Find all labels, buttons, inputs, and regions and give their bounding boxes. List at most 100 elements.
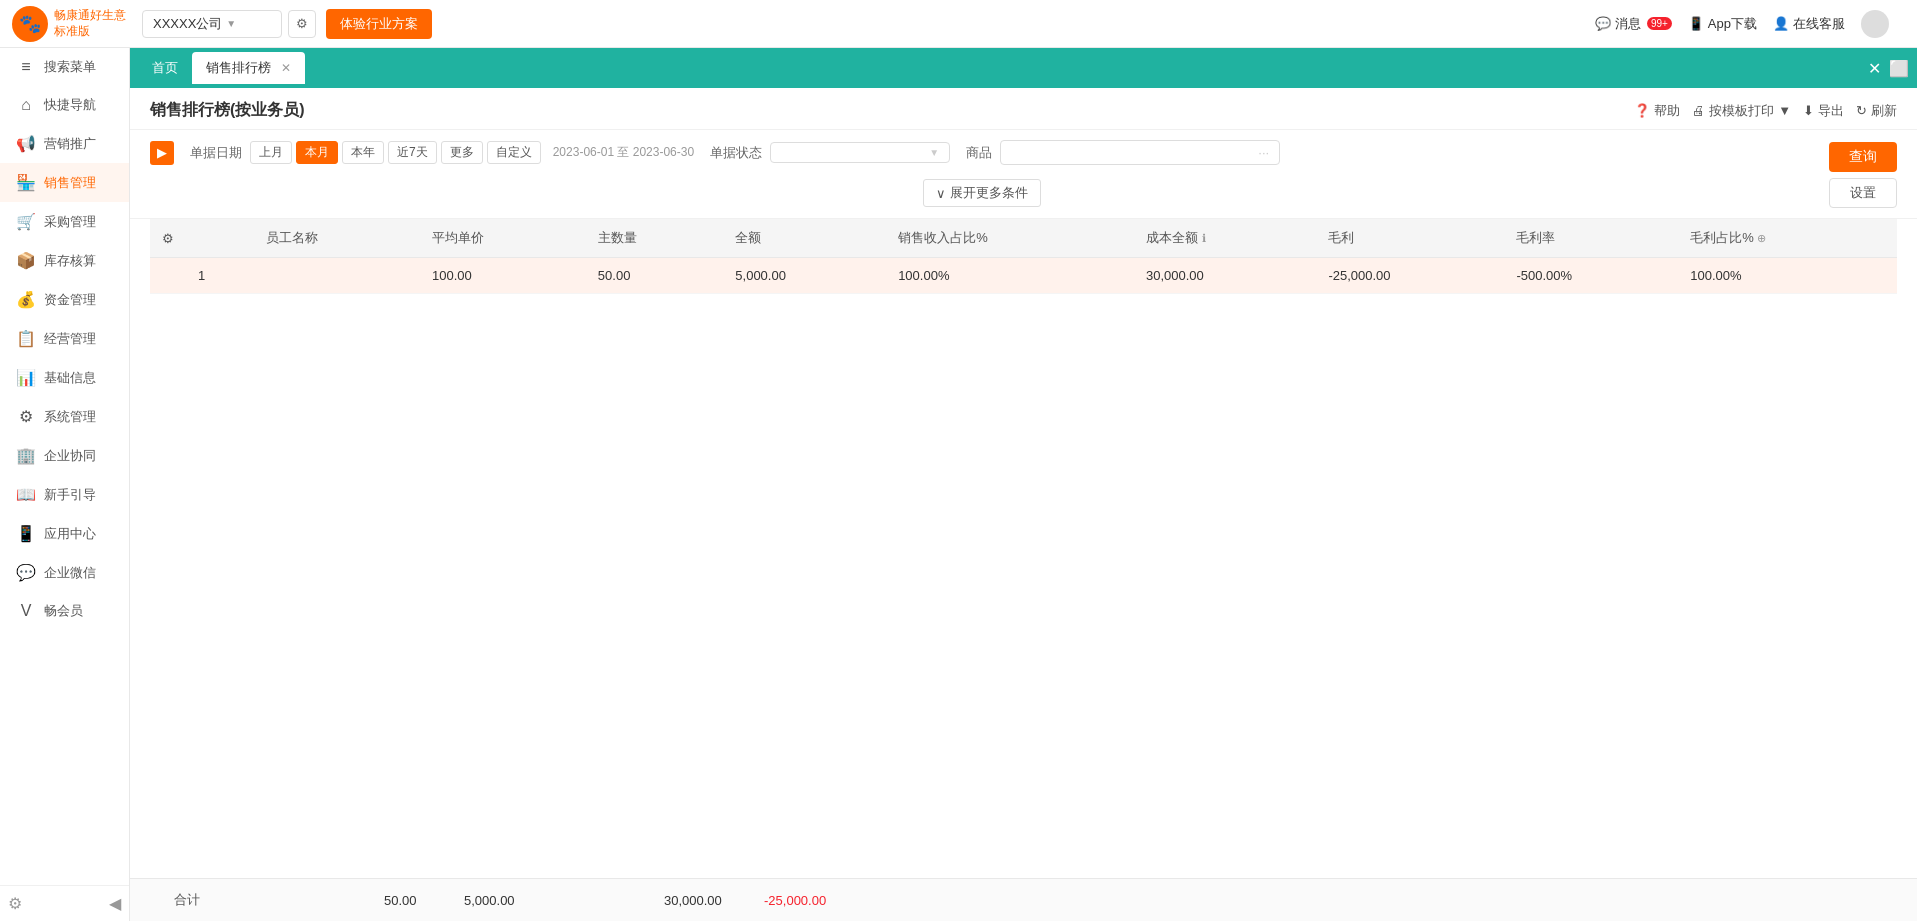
logo: 🐾 畅康通好生意 标准版	[12, 6, 126, 42]
expand-conditions-button[interactable]: ∨ 展开更多条件	[923, 179, 1041, 207]
page-header: 销售排行榜(按业务员) ❓ 帮助 🖨 按模板打印 ▼	[130, 88, 1917, 130]
help-button[interactable]: ❓ 帮助	[1634, 102, 1680, 120]
col-main-qty: 主数量	[586, 219, 723, 258]
sidebar-item-enterprise-wechat[interactable]: 💬 企业微信	[0, 553, 129, 592]
clipboard-icon: 📋	[16, 329, 36, 348]
sidebar-item-inventory[interactable]: 📦 库存核算	[0, 241, 129, 280]
tab-close-icon[interactable]: ✕	[281, 61, 291, 75]
sidebar-item-sales-mgmt[interactable]: 🏪 销售管理	[0, 163, 129, 202]
sidebar-item-system-mgmt[interactable]: ⚙ 系统管理	[0, 397, 129, 436]
home-icon: ⌂	[16, 96, 36, 114]
filter-row-1: ▶ 单据日期 上月 本月 本年 近7天	[150, 140, 1813, 165]
company-settings-button[interactable]: ⚙	[288, 10, 316, 38]
date-btn-7days[interactable]: 近7天	[388, 141, 437, 164]
col-profit-ratio: 毛利占比% ⊕	[1678, 219, 1897, 258]
sidebar-item-beginner-guide[interactable]: 📖 新手引导	[0, 475, 129, 514]
print-icon: 🖨	[1692, 103, 1705, 118]
shop-icon: 🏪	[16, 173, 36, 192]
table-header-row: ⚙ 员工名称 平均单价 主数量 全额 销售收入占比% 成本全额	[150, 219, 1897, 258]
sidebar-footer: ⚙ ◀	[0, 885, 129, 921]
search-icon: ≡	[16, 58, 36, 76]
wechat-icon: 💬	[16, 563, 36, 582]
col-cost-amount: 成本全额 ℹ	[1134, 219, 1316, 258]
sidebar-settings-button[interactable]: ⚙	[8, 894, 22, 913]
logo-icon: 🐾	[12, 6, 48, 42]
col-settings: ⚙	[150, 219, 186, 258]
online-service-button[interactable]: 👤 在线客服	[1773, 15, 1845, 33]
status-select[interactable]: ▼	[770, 142, 950, 163]
avatar[interactable]	[1861, 10, 1889, 38]
print-button[interactable]: 🖨 按模板打印 ▼	[1692, 102, 1791, 120]
col-gross-profit: 毛利	[1316, 219, 1504, 258]
refresh-icon: ↻	[1856, 103, 1867, 118]
box-icon: 📦	[16, 251, 36, 270]
export-icon: ⬇	[1803, 103, 1814, 118]
settings-button[interactable]: 设置	[1829, 178, 1897, 208]
tab-maximize-button[interactable]: ⬜	[1889, 59, 1909, 78]
date-btn-more[interactable]: 更多	[441, 141, 483, 164]
goods-filter: 商品 ···	[966, 140, 1280, 165]
sidebar-item-enterprise-collab[interactable]: 🏢 企业协同	[0, 436, 129, 475]
sidebar-item-member[interactable]: V 畅会员	[0, 592, 129, 630]
refresh-button[interactable]: ↻ 刷新	[1856, 102, 1897, 120]
message-button[interactable]: 💬 消息 99+	[1595, 15, 1672, 33]
chart-icon: 📊	[16, 368, 36, 387]
filter-area: ▶ 单据日期 上月 本月 本年 近7天	[130, 130, 1917, 219]
query-button[interactable]: 查询	[1829, 142, 1897, 172]
service-icon: 👤	[1773, 16, 1789, 31]
date-range-text: 2023-06-01 至 2023-06-30	[553, 144, 694, 161]
sidebar-item-search-order[interactable]: ≡ 搜索菜单	[0, 48, 129, 86]
date-btn-this-year[interactable]: 本年	[342, 141, 384, 164]
money-icon: 💰	[16, 290, 36, 309]
chevron-down-icon: ▼	[226, 18, 236, 29]
sidebar-item-app-center[interactable]: 📱 应用中心	[0, 514, 129, 553]
export-button[interactable]: ⬇ 导出	[1803, 102, 1844, 120]
sidebar-item-operations[interactable]: 📋 经营管理	[0, 319, 129, 358]
date-label: 单据日期	[190, 144, 242, 162]
building-icon: 🏢	[16, 446, 36, 465]
sidebar-collapse-button[interactable]: ◀	[109, 894, 121, 913]
sidebar-item-quick-nav[interactable]: ⌂ 快捷导航	[0, 86, 129, 124]
sidebar-item-basic-info[interactable]: 📊 基础信息	[0, 358, 129, 397]
profit-info-icon: ⊕	[1757, 232, 1766, 244]
cell-settings	[150, 258, 186, 294]
message-badge: 99+	[1647, 17, 1672, 30]
footer-sales-ratio	[552, 896, 652, 904]
cell-gross-margin: -500.00%	[1504, 258, 1678, 294]
message-icon: 💬	[1595, 16, 1611, 31]
date-btn-last-month[interactable]: 上月	[250, 141, 292, 164]
book-icon: 📖	[16, 485, 36, 504]
filter-expand-arrow[interactable]: ▶	[150, 141, 174, 165]
status-label: 单据状态	[710, 144, 762, 162]
app-download-button[interactable]: 📱 App下载	[1688, 15, 1757, 33]
table-area: ⚙ 员工名称 平均单价 主数量 全额 销售收入占比% 成本全额	[130, 219, 1917, 878]
cell-profit-ratio: 100.00%	[1678, 258, 1897, 294]
footer-gross-profit: -25,000.00	[752, 889, 852, 912]
app-icon: 📱	[1688, 16, 1704, 31]
logo-text: 畅康通好生意 标准版	[54, 8, 126, 39]
cell-rank: 1	[186, 258, 254, 294]
mobile-icon: 📱	[16, 524, 36, 543]
table-row: 1100.0050.005,000.00100.00%30,000.00-25,…	[150, 258, 1897, 294]
footer-label: 合计	[162, 887, 212, 913]
print-chevron-icon: ▼	[1778, 103, 1791, 118]
date-btn-custom[interactable]: 自定义	[487, 141, 541, 164]
cell-main-qty: 50.00	[586, 258, 723, 294]
vip-icon: V	[16, 602, 36, 620]
sidebar-item-purchase-mgmt[interactable]: 🛒 采购管理	[0, 202, 129, 241]
goods-input[interactable]: ···	[1000, 140, 1280, 165]
tab-home[interactable]: 首页	[138, 52, 192, 84]
tab-sales-ranking[interactable]: 销售排行榜 ✕	[192, 52, 305, 84]
cost-info-icon: ℹ	[1202, 232, 1206, 244]
tab-close-all-button[interactable]: ✕	[1868, 59, 1881, 78]
company-name: XXXXX公司	[153, 15, 222, 33]
table-footer: 合计 50.00 5,000.00 30,000.00 -25,000.00	[130, 878, 1917, 921]
sidebar-item-marketing[interactable]: 📢 营销推广	[0, 124, 129, 163]
sidebar-item-finance[interactable]: 💰 资金管理	[0, 280, 129, 319]
col-employee-name: 员工名称	[254, 219, 420, 258]
date-btn-this-month[interactable]: 本月	[296, 141, 338, 164]
company-selector[interactable]: XXXXX公司 ▼	[142, 10, 282, 38]
footer-avg-price	[292, 896, 372, 904]
cell-cost-amount: 30,000.00	[1134, 258, 1316, 294]
trial-button[interactable]: 体验行业方案	[326, 9, 432, 39]
